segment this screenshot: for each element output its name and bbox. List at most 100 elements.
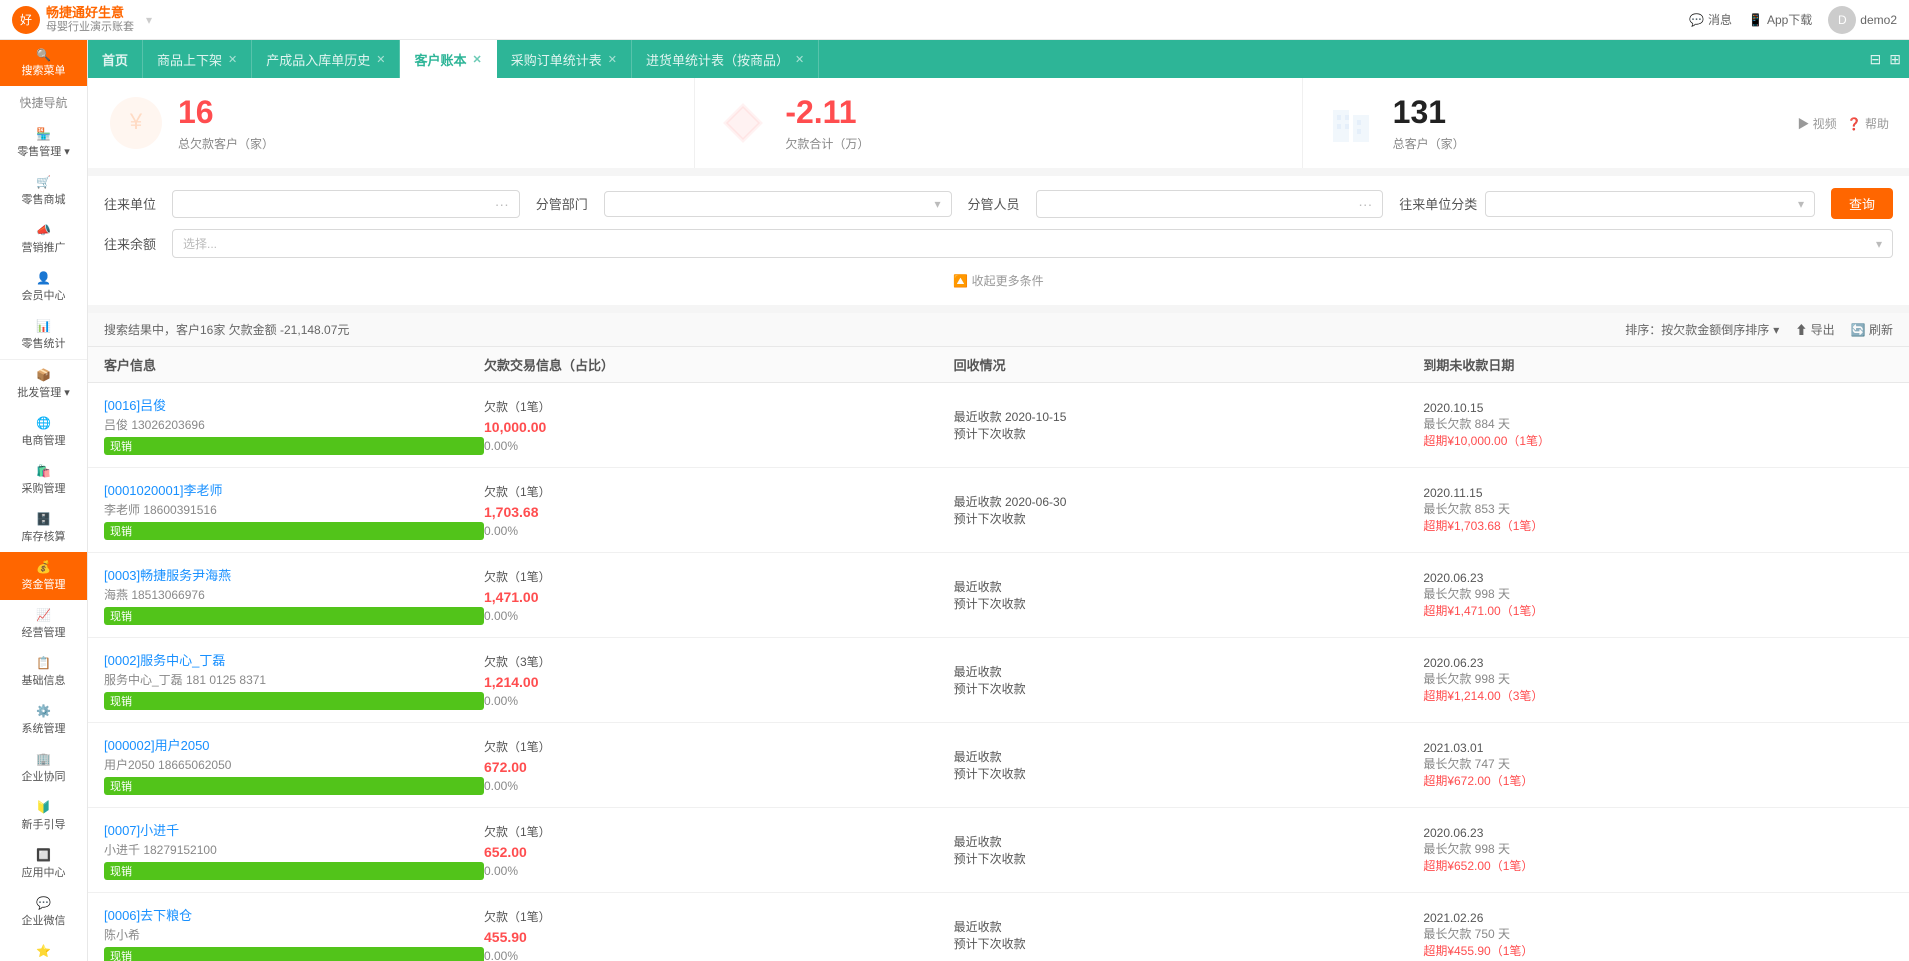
sort-select[interactable]: 排序：按欠款金额倒序排序 ▾	[1625, 321, 1779, 338]
due-date-1: 2020.11.15	[1423, 486, 1893, 500]
refresh-btn[interactable]: 🔄 刷新	[1851, 321, 1893, 338]
debt-amount-0[interactable]: 10,000.00	[484, 419, 954, 435]
table-row: [0006]去下粮仓 陈小希 现销 欠款（1笔） 455.90 0.00% 最近…	[88, 893, 1909, 961]
cell-debt-6: 欠款（1笔） 455.90 0.00%	[484, 905, 954, 961]
app-center-icon: 🔲	[36, 848, 51, 862]
cell-due-6: 2021.02.26 最长欠款 750 天 超期¥455.90（1笔）	[1423, 905, 1893, 961]
sidebar-item-vip[interactable]: ⭐ 畅会员	[0, 936, 87, 961]
sidebar-item-operations[interactable]: 📈 经营管理	[0, 600, 87, 648]
debt-amount-3[interactable]: 1,214.00	[484, 674, 954, 690]
export-btn[interactable]: ⬆ 导出	[1795, 321, 1834, 338]
cell-customer-5: [0007]小进千 小进千 18279152100 现销	[104, 820, 484, 880]
sidebar-item-basic-info[interactable]: 📋 基础信息	[0, 648, 87, 696]
query-button[interactable]: 查询	[1831, 188, 1893, 219]
overdue-amount-4[interactable]: 超期¥672.00（1笔）	[1423, 772, 1893, 789]
help-btn[interactable]: ❓ 帮助	[1847, 115, 1889, 132]
enterprise-icon: 🏢	[36, 752, 51, 766]
sidebar-item-retail-mgmt[interactable]: 🏪 零售管理 ▾	[0, 119, 87, 167]
customer-sub-1: 李老师 18600391516	[104, 501, 484, 518]
customer-name-5[interactable]: [0007]小进千	[104, 820, 484, 839]
customer-tag-4: 现销	[104, 777, 484, 795]
sidebar-item-capital[interactable]: 💰 资金管理	[0, 552, 87, 600]
debt-amount-5[interactable]: 652.00	[484, 844, 954, 860]
overdue-amount-0[interactable]: 超期¥10,000.00（1笔）	[1423, 432, 1893, 449]
tab-import-stats-close[interactable]: ✕	[795, 53, 804, 66]
sidebar-item-app-center[interactable]: 🔲 应用中心	[0, 840, 87, 888]
overdue-amount-1[interactable]: 超期¥1,703.68（1笔）	[1423, 517, 1893, 534]
customer-tag-6: 现销	[104, 947, 484, 961]
sidebar-item-marketing[interactable]: 📣 营销推广	[0, 215, 87, 263]
tab-products-off[interactable]: 商品上下架 ✕	[143, 40, 252, 78]
tab-purchase-order-close[interactable]: ✕	[608, 53, 617, 66]
overdue-amount-5[interactable]: 超期¥652.00（1笔）	[1423, 857, 1893, 874]
tab-produce-history[interactable]: 产成品入库单历史 ✕	[252, 40, 400, 78]
sidebar-item-retail-store[interactable]: 🛒 零售商城	[0, 167, 87, 215]
sidebar-item-new-guide[interactable]: 🔰 新手引导	[0, 792, 87, 840]
filter-unit-category-select[interactable]: ▾	[1485, 191, 1815, 217]
last-collection-3: 最近收款	[954, 663, 1424, 680]
logo-icon: 好	[12, 6, 40, 34]
filter-manager-input[interactable]: ···	[1036, 190, 1384, 218]
customer-name-3[interactable]: [0002]服务中心_丁磊	[104, 650, 484, 669]
sidebar-search[interactable]: 🔍 搜索菜单	[0, 40, 87, 86]
sidebar-item-enterprise[interactable]: 🏢 企业协同	[0, 744, 87, 792]
stat-card-total-customers: 131 总客户（家） ▶ 视频 ❓ 帮助	[1303, 78, 1909, 168]
cell-debt-2: 欠款（1笔） 1,471.00 0.00%	[484, 565, 954, 625]
app-download-btn[interactable]: 📱 App下载	[1748, 11, 1812, 28]
customer-name-6[interactable]: [0006]去下粮仓	[104, 905, 484, 924]
tabs-fullscreen-btn[interactable]: ⊞	[1889, 51, 1901, 68]
table-row: [0007]小进千 小进千 18279152100 现销 欠款（1笔） 652.…	[88, 808, 1909, 893]
debt-amount-6[interactable]: 455.90	[484, 929, 954, 945]
customer-name-1[interactable]: [0001020001]李老师	[104, 480, 484, 499]
sidebar-item-retail-stats[interactable]: 📊 零售统计	[0, 311, 87, 359]
export-icon: ⬆	[1795, 323, 1807, 337]
customer-name-4[interactable]: [000002]用户2050	[104, 735, 484, 754]
message-btn[interactable]: 💬 消息	[1689, 11, 1732, 28]
filter-balance-select[interactable]: 选择... ▾	[172, 229, 1893, 258]
next-collection-5: 预计下次收款	[954, 850, 1424, 867]
video-btn[interactable]: ▶ 视频	[1797, 115, 1836, 132]
debt-amount-1[interactable]: 1,703.68	[484, 504, 954, 520]
collapse-row[interactable]: 🔼 收起更多条件	[104, 268, 1893, 293]
sidebar-item-system[interactable]: ⚙️ 系统管理	[0, 696, 87, 744]
app-download-label: App下载	[1767, 11, 1812, 28]
sidebar-item-batch-mgmt[interactable]: 📦 批发管理 ▾	[0, 360, 87, 408]
tab-purchase-order[interactable]: 采购订单统计表 ✕	[497, 40, 632, 78]
debt-amount-4[interactable]: 672.00	[484, 759, 954, 775]
sidebar-item-corp-wechat[interactable]: 💬 企业微信	[0, 888, 87, 936]
source-unit-text-input[interactable]	[183, 197, 495, 211]
filter-row-2: 往来余额 选择... ▾	[104, 229, 1893, 258]
tabs-minimize-btn[interactable]: ⊟	[1870, 51, 1882, 68]
manager-text-input[interactable]	[1047, 197, 1359, 211]
sidebar-item-ecommerce[interactable]: 🌐 电商管理	[0, 408, 87, 456]
user-area[interactable]: D demo2	[1828, 6, 1897, 34]
sidebar-item-member[interactable]: 👤 会员中心	[0, 263, 87, 311]
filter-source-unit-input[interactable]: ···	[172, 190, 520, 218]
source-unit-dots-icon: ···	[495, 196, 509, 212]
tabs-bar: 首页 商品上下架 ✕ 产成品入库单历史 ✕ 客户账本 ✕ 采购订单统计表 ✕ 进…	[88, 40, 1909, 78]
filter-dept-select[interactable]: ▾	[604, 191, 952, 217]
overdue-amount-3[interactable]: 超期¥1,214.00（3笔）	[1423, 687, 1893, 704]
tab-home[interactable]: 首页	[88, 40, 143, 78]
sidebar-item-inventory[interactable]: 🗄️ 库存核算	[0, 504, 87, 552]
tab-produce-history-label: 产成品入库单历史	[266, 50, 370, 69]
sidebar: 🔍 搜索菜单 快捷导航 🏪 零售管理 ▾ 🛒 零售商城 📣 营销推广 👤 会员中…	[0, 40, 88, 961]
customer-name-2[interactable]: [0003]畅捷服务尹海燕	[104, 565, 484, 584]
sidebar-item-purchase[interactable]: 🛍️ 采购管理	[0, 456, 87, 504]
sidebar-item-nav: 快捷导航	[0, 86, 87, 119]
debt-amount-2[interactable]: 1,471.00	[484, 589, 954, 605]
message-icon: 💬	[1689, 13, 1704, 27]
overdue-days-5: 最长欠款 998 天	[1423, 840, 1893, 857]
overdue-amount-2[interactable]: 超期¥1,471.00（1笔）	[1423, 602, 1893, 619]
tab-customer-account-close[interactable]: ✕	[473, 53, 482, 66]
overdue-amount-6[interactable]: 超期¥455.90（1笔）	[1423, 942, 1893, 959]
svg-text:¥: ¥	[129, 109, 143, 134]
inventory-label: 库存核算	[22, 528, 66, 544]
tab-import-stats[interactable]: 进货单统计表（按商品） ✕	[632, 40, 819, 78]
customer-name-0[interactable]: [0016]吕俊	[104, 395, 484, 414]
tab-products-off-close[interactable]: ✕	[228, 53, 237, 66]
last-collection-0: 最近收款 2020-10-15	[954, 408, 1424, 425]
stat-number-debt-amount: -2.11	[785, 94, 1281, 131]
tab-customer-account[interactable]: 客户账本 ✕	[400, 40, 496, 78]
tab-produce-history-close[interactable]: ✕	[376, 53, 385, 66]
